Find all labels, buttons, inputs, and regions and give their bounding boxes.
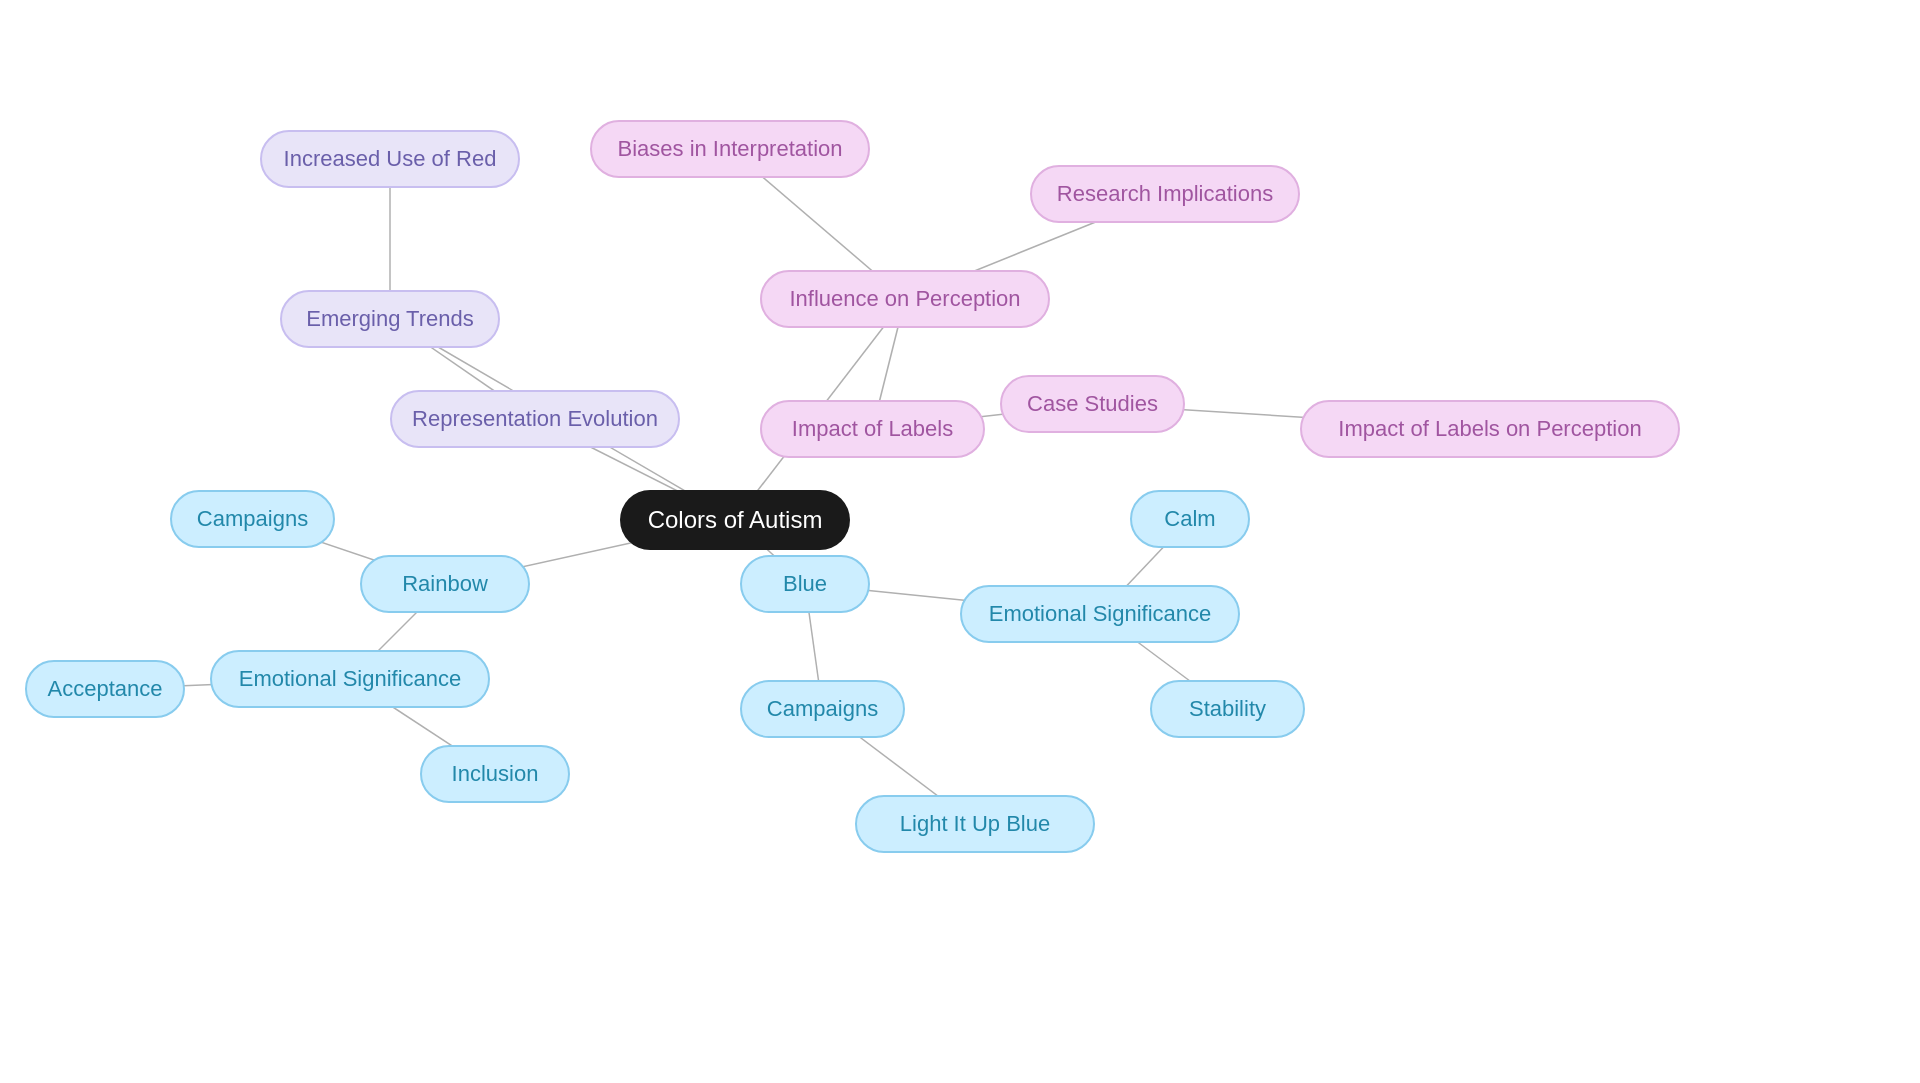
biases_in_interpretation-label: Biases in Interpretation [617, 136, 842, 162]
influence_on_perception-node[interactable]: Influence on Perception [760, 270, 1050, 328]
campaigns_right-label: Campaigns [767, 696, 878, 722]
acceptance-label: Acceptance [48, 676, 163, 702]
blue-node[interactable]: Blue [740, 555, 870, 613]
increased_use_of_red-node[interactable]: Increased Use of Red [260, 130, 520, 188]
impact_of_labels-label: Impact of Labels [792, 416, 953, 442]
influence_on_perception-label: Influence on Perception [789, 286, 1020, 312]
emerging_trends-label: Emerging Trends [306, 306, 474, 332]
campaigns_left-label: Campaigns [197, 506, 308, 532]
research_implications-label: Research Implications [1057, 181, 1273, 207]
biases_in_interpretation-node[interactable]: Biases in Interpretation [590, 120, 870, 178]
emotional_significance_right-label: Emotional Significance [989, 601, 1212, 627]
research_implications-node[interactable]: Research Implications [1030, 165, 1300, 223]
light_it_up_blue-label: Light It Up Blue [900, 811, 1050, 837]
impact_of_labels-node[interactable]: Impact of Labels [760, 400, 985, 458]
stability-label: Stability [1189, 696, 1266, 722]
rainbow-node[interactable]: Rainbow [360, 555, 530, 613]
emerging_trends-node[interactable]: Emerging Trends [280, 290, 500, 348]
calm-label: Calm [1164, 506, 1215, 532]
case_studies-node[interactable]: Case Studies [1000, 375, 1185, 433]
campaigns_left-node[interactable]: Campaigns [170, 490, 335, 548]
rainbow-label: Rainbow [402, 571, 488, 597]
inclusion-node[interactable]: Inclusion [420, 745, 570, 803]
light_it_up_blue-node[interactable]: Light It Up Blue [855, 795, 1095, 853]
emotional_significance_left-node[interactable]: Emotional Significance [210, 650, 490, 708]
case_studies-label: Case Studies [1027, 391, 1158, 417]
inclusion-label: Inclusion [452, 761, 539, 787]
representation_evolution-node[interactable]: Representation Evolution [390, 390, 680, 448]
representation_evolution-label: Representation Evolution [412, 406, 658, 432]
campaigns_right-node[interactable]: Campaigns [740, 680, 905, 738]
center-label: Colors of Autism [648, 506, 823, 534]
acceptance-node[interactable]: Acceptance [25, 660, 185, 718]
center-node[interactable]: Colors of Autism [620, 490, 850, 550]
calm-node[interactable]: Calm [1130, 490, 1250, 548]
blue-label: Blue [783, 571, 827, 597]
impact_of_labels_on_perception-node[interactable]: Impact of Labels on Perception [1300, 400, 1680, 458]
emotional_significance_left-label: Emotional Significance [239, 666, 462, 692]
emotional_significance_right-node[interactable]: Emotional Significance [960, 585, 1240, 643]
stability-node[interactable]: Stability [1150, 680, 1305, 738]
increased_use_of_red-label: Increased Use of Red [284, 146, 497, 172]
impact_of_labels_on_perception-label: Impact of Labels on Perception [1338, 416, 1641, 442]
